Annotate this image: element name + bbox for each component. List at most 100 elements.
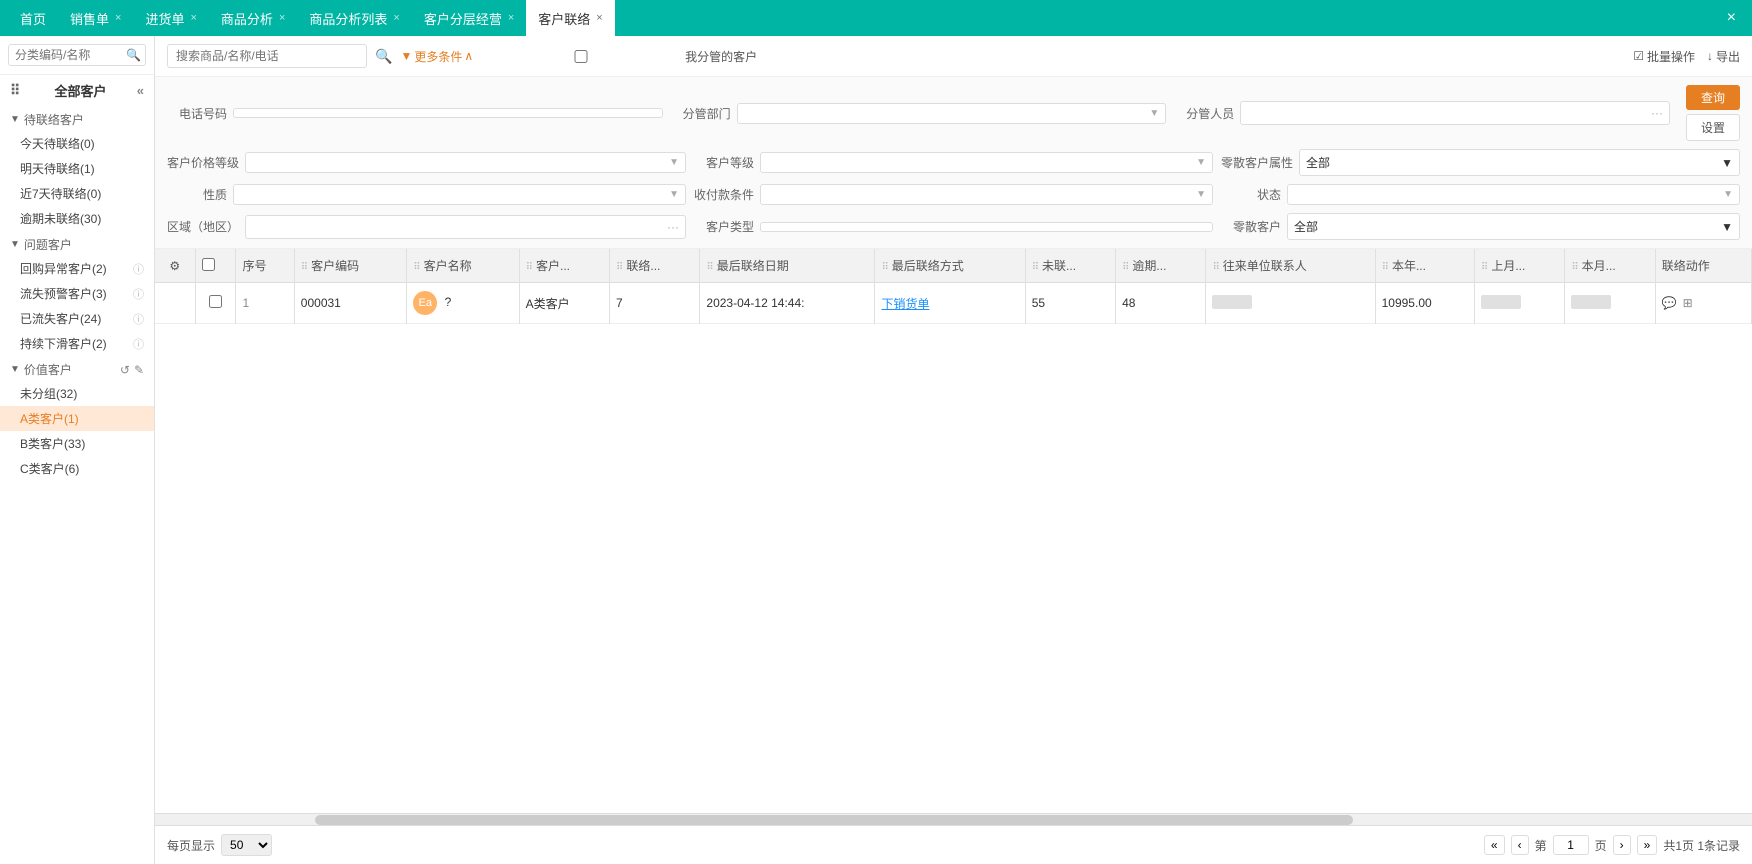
table-last-date-col[interactable]: 最后联络日期 [700, 249, 875, 283]
sidebar-item-a-class[interactable]: A类客户(1) [0, 406, 154, 431]
close-customer-contact-icon[interactable]: × [596, 12, 602, 24]
row-checkbox[interactable] [209, 295, 222, 308]
search-bar: 🔍 ▼ 更多条件 ∧ 我分管的客户 ☑ 批量操作 ↓ 导出 [155, 36, 1752, 77]
last-page-button[interactable]: » [1637, 835, 1658, 855]
home-tab[interactable]: 首页 [8, 9, 58, 28]
table-this-month-col[interactable]: 本月... [1565, 249, 1655, 283]
scrollbar-thumb[interactable] [315, 815, 1353, 825]
table-contact-person-col[interactable]: 往来单位联系人 [1206, 249, 1375, 283]
filter-nature-select[interactable]: ▼ [233, 184, 686, 205]
table-code-col[interactable]: 客户编码 [294, 249, 406, 283]
table-contact-col[interactable]: 联络... [610, 249, 700, 283]
filter-row-4: 区域（地区） ··· 客户类型 零散客户 全部 ▼ [167, 213, 1740, 240]
avatar: Ea [413, 291, 437, 315]
page-end-label: 页 [1595, 837, 1607, 854]
table-type-col[interactable]: 客户... [519, 249, 609, 283]
tab-product-analysis-list[interactable]: 商品分析列表 × [297, 0, 411, 36]
tab-customer-contact[interactable]: 客户联络 × [526, 0, 614, 36]
page-size-area: 每页显示 50 100 200 [167, 834, 272, 856]
table-year-amount-col[interactable]: 本年... [1375, 249, 1474, 283]
filter-retail-customer-select[interactable]: 全部 ▼ [1287, 213, 1740, 240]
sidebar-item-today-contact[interactable]: 今天待联络(0) [0, 131, 154, 156]
settings-button[interactable]: 设置 [1686, 114, 1740, 141]
select-all-checkbox[interactable] [202, 258, 215, 271]
filter-phone-input[interactable] [233, 108, 663, 118]
edit-icon[interactable]: ✎ [134, 363, 144, 377]
query-button[interactable]: 查询 [1686, 85, 1740, 110]
sidebar-item-repurchase-abnormal[interactable]: 回购异常客户(2) ⓘ [0, 256, 154, 281]
close-app-icon[interactable]: × [1719, 9, 1744, 27]
close-sales-order-icon[interactable]: × [115, 12, 121, 24]
search-button-icon[interactable]: 🔍 [375, 48, 392, 65]
filter-retail-attr-select[interactable]: 全部 ▼ [1299, 149, 1740, 176]
tab-product-analysis[interactable]: 商品分析 × [209, 0, 297, 36]
tab-purchase-order[interactable]: 进货单 × [133, 0, 208, 36]
sidebar-item-tomorrow-contact[interactable]: 明天待联络(1) [0, 156, 154, 181]
top-navigation: 首页 销售单 × 进货单 × 商品分析 × 商品分析列表 × 客户分层经营 × … [0, 0, 1752, 36]
table-checkbox-cell[interactable] [195, 283, 236, 324]
prev-page-button[interactable]: ‹ [1511, 835, 1529, 855]
sidebar-item-c-class[interactable]: C类客户(6) [0, 456, 154, 481]
my-customers-checkbox-label[interactable]: 我分管的客户 [481, 48, 757, 65]
sidebar-group-pending[interactable]: ▼ 待联络客户 [0, 106, 154, 131]
table-checkbox-col[interactable] [195, 249, 236, 283]
search-input[interactable] [167, 44, 367, 68]
filter-manager-input[interactable]: ··· [1240, 101, 1670, 125]
table-settings-icon[interactable]: ⚙ [169, 259, 180, 273]
qr-icon[interactable]: ⊞ [1683, 296, 1693, 310]
filter-payment-select[interactable]: ▼ [760, 184, 1213, 205]
filter-customer-type-label: 客户类型 [694, 218, 754, 235]
sidebar-item-churned[interactable]: 已流失客户(24) ⓘ [0, 306, 154, 331]
table-uncontacted-col[interactable]: 未联... [1025, 249, 1115, 283]
close-product-analysis-list-icon[interactable]: × [393, 12, 399, 24]
tab-sales-order[interactable]: 销售单 × [58, 0, 133, 36]
chevron-down-icon: ▼ [10, 114, 20, 125]
close-customer-layering-icon[interactable]: × [508, 12, 514, 24]
table-overdue-col[interactable]: 逾期... [1116, 249, 1206, 283]
sidebar-item-b-class[interactable]: B类客户(33) [0, 431, 154, 456]
close-purchase-order-icon[interactable]: × [190, 12, 196, 24]
table-last-method-cell[interactable]: 下销货单 [875, 283, 1025, 324]
my-customers-checkbox[interactable] [481, 50, 681, 63]
more-filter-button[interactable]: ▼ 更多条件 ∧ [400, 48, 473, 65]
sidebar-item-7days-contact[interactable]: 近7天待联络(0) [0, 181, 154, 206]
horizontal-scrollbar[interactable] [155, 813, 1752, 825]
sidebar-item-declining[interactable]: 持续下滑客户(2) ⓘ [0, 331, 154, 356]
filter-region-input[interactable]: ··· [245, 215, 686, 239]
table-name-col[interactable]: 客户名称 [407, 249, 519, 283]
sidebar-group-value[interactable]: ▼ 价值客户 ↺ ✎ [0, 356, 154, 381]
filter-dept-select[interactable]: ▼ [737, 103, 1167, 124]
sidebar-all-customers[interactable]: ⠿ 全部客户 « [0, 75, 154, 106]
batch-operation-button[interactable]: ☑ 批量操作 [1633, 48, 1695, 65]
sidebar-group-problem[interactable]: ▼ 问题客户 [0, 231, 154, 256]
table-last-month-col[interactable]: 上月... [1474, 249, 1564, 283]
last-method-link[interactable]: 下销货单 [881, 297, 929, 311]
sidebar-item-ungrouped[interactable]: 未分组(32) [0, 381, 154, 406]
chevron-down-dept-icon: ▼ [1149, 108, 1159, 119]
first-page-button[interactable]: « [1484, 835, 1505, 855]
page-size-select[interactable]: 50 100 200 [221, 834, 272, 856]
page-number-input[interactable]: 1 [1553, 835, 1589, 855]
filter-retail-attr-label: 零散客户属性 [1221, 154, 1293, 171]
table-area: ⚙ 序号 客户编码 客户名称 客户... 联络... 最后联络日期 最后联络方式… [155, 249, 1752, 813]
close-product-analysis-icon[interactable]: × [279, 12, 285, 24]
export-button[interactable]: ↓ 导出 [1707, 48, 1740, 65]
filter-status-select[interactable]: ▼ [1287, 184, 1740, 205]
tab-customer-layering[interactable]: 客户分层经营 × [412, 0, 526, 36]
sidebar-item-overdue-contact[interactable]: 逾期未联络(30) [0, 206, 154, 231]
chat-icon[interactable]: 💬 [1662, 296, 1677, 310]
sidebar-search-icon[interactable]: 🔍 [126, 48, 141, 62]
next-page-button[interactable]: › [1613, 835, 1631, 855]
filter-manager-label: 分管人员 [1174, 105, 1234, 122]
filter-customer-level-select[interactable]: ▼ [760, 152, 1213, 173]
value-group-icons: ↺ ✎ [120, 363, 144, 377]
filter-customer-type-input[interactable] [760, 222, 1213, 232]
refresh-icon[interactable]: ↺ [120, 363, 130, 377]
chevron-down-nature-icon: ▼ [669, 189, 679, 200]
table-last-method-col[interactable]: 最后联络方式 [875, 249, 1025, 283]
filter-price-level-select[interactable]: ▼ [245, 152, 686, 173]
filter-customer-type: 客户类型 [694, 218, 1213, 235]
sidebar-item-churn-warning[interactable]: 流失预警客户(3) ⓘ [0, 281, 154, 306]
table-settings-col[interactable]: ⚙ [155, 249, 195, 283]
table-code-cell: 000031 [294, 283, 406, 324]
